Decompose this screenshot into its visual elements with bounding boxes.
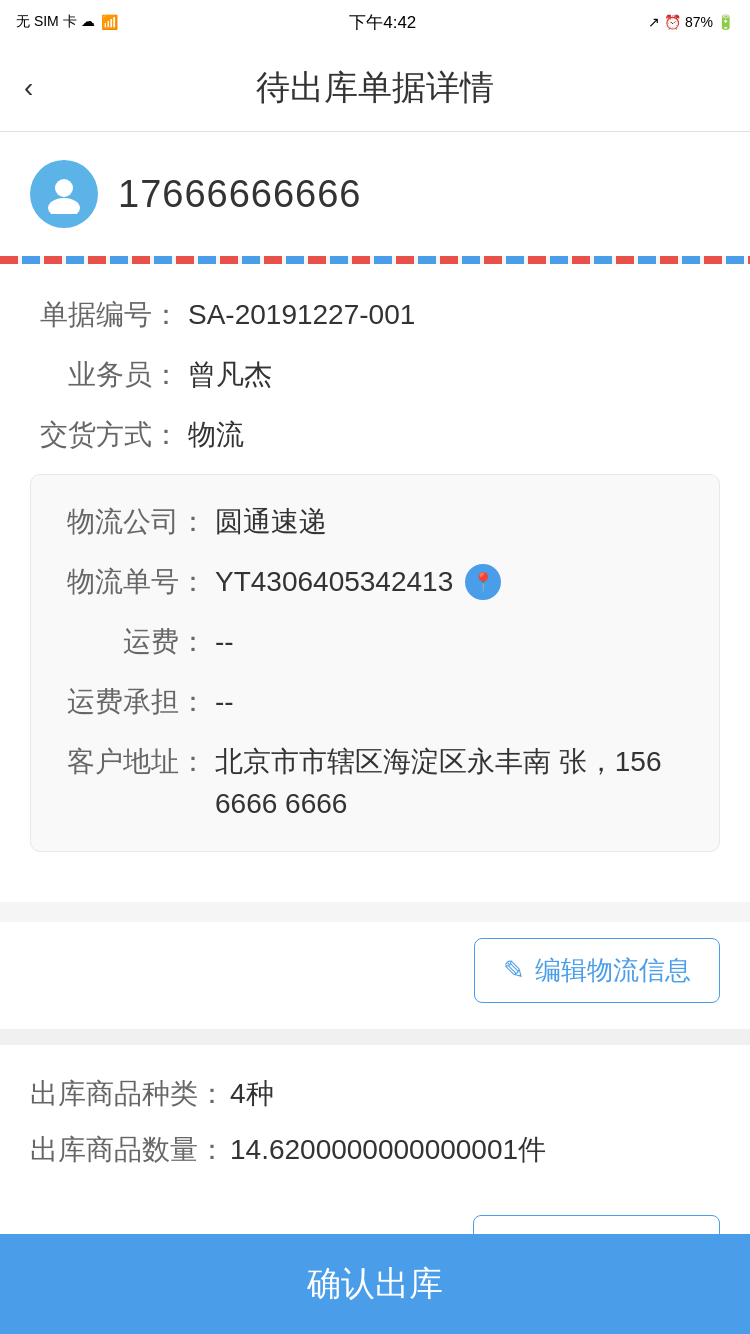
product-quantity-value: 14.6200000000000001件 (230, 1131, 546, 1169)
edit-logistics-button[interactable]: ✎ 编辑物流信息 (474, 938, 720, 1003)
battery-icon: 🔋 (717, 14, 734, 30)
address-value: 北京市市辖区海淀区永丰南 张，156 6666 6666 (215, 741, 693, 825)
battery-percent: 87% (685, 14, 713, 30)
status-time: 下午4:42 (349, 11, 416, 34)
freight-label: 运费： (57, 621, 207, 663)
person-icon (44, 174, 84, 214)
edit-btn-container: ✎ 编辑物流信息 (0, 922, 750, 1029)
logistics-tracking-value: YT43064053424​13 📍 (215, 561, 693, 603)
main-content: 17666666666 单据编号： SA-20191227-001 业务员： 曾… (0, 132, 750, 1334)
phone-number: 17666666666 (118, 173, 361, 216)
freight-row: 运费： -- (57, 621, 693, 663)
location-pin-icon: 📍 (472, 569, 494, 596)
freight-bearer-value: -- (215, 681, 693, 723)
logistics-tracking-row: 物流单号： YT43064053424​13 📍 (57, 561, 693, 603)
status-right: ↗ ⏰ 87% 🔋 (648, 14, 734, 30)
freight-bearer-label: 运费承担： (57, 681, 207, 723)
section-divider (0, 1029, 750, 1045)
freight-value: -- (215, 621, 693, 663)
sales-person-row: 业务员： 曾凡杰 (30, 354, 720, 396)
wifi-icon: 📶 (101, 14, 118, 30)
delivery-method-label: 交货方式： (30, 414, 180, 456)
logistics-company-value: 圆通速递 (215, 501, 693, 543)
edit-logistics-label: 编辑物流信息 (535, 953, 691, 988)
document-number-label: 单据编号： (30, 294, 180, 336)
product-section: 出库商品种类： 4种 出库商品数量： 14.6200000000000001件 (0, 1045, 750, 1199)
tracking-location-button[interactable]: 📍 (465, 564, 501, 600)
logistics-tracking-label: 物流单号： (57, 561, 207, 603)
product-types-value: 4种 (230, 1075, 274, 1113)
product-types-label: 出库商品种类： (30, 1075, 230, 1113)
status-left: 无 SIM 卡 ☁ 📶 (16, 13, 118, 31)
freight-bearer-row: 运费承担： -- (57, 681, 693, 723)
delivery-method-value: 物流 (188, 414, 720, 456)
address-label: 客户地址： (57, 741, 207, 783)
svg-point-1 (48, 198, 80, 214)
product-quantity-label: 出库商品数量： (30, 1131, 230, 1169)
alarm-icon: ⏰ (664, 14, 681, 30)
status-bar: 无 SIM 卡 ☁ 📶 下午4:42 ↗ ⏰ 87% 🔋 (0, 0, 750, 44)
product-quantity-row: 出库商品数量： 14.6200000000000001件 (30, 1131, 720, 1169)
logistics-company-row: 物流公司： 圆通速递 (57, 501, 693, 543)
page-title: 待出库单据详情 (256, 65, 494, 111)
sales-person-value: 曾凡杰 (188, 354, 720, 396)
confirm-button-label: 确认出库 (307, 1261, 443, 1307)
header-card: 17666666666 (0, 132, 750, 256)
document-number-row: 单据编号： SA-20191227-001 (30, 294, 720, 336)
logistics-card: 物流公司： 圆通速递 物流单号： YT43064053424​13 📍 运费： … (30, 474, 720, 852)
location-status-icon: ↗ (648, 14, 660, 30)
logistics-company-label: 物流公司： (57, 501, 207, 543)
avatar (30, 160, 98, 228)
sales-person-label: 业务员： (30, 354, 180, 396)
product-types-row: 出库商品种类： 4种 (30, 1075, 720, 1113)
delivery-method-row: 交货方式： 物流 (30, 414, 720, 456)
confirm-button[interactable]: 确认出库 (0, 1234, 750, 1334)
back-button[interactable]: ‹ (24, 72, 33, 104)
dashed-divider (0, 256, 750, 264)
sim-label: 无 SIM 卡 ☁ (16, 13, 95, 31)
basic-info-section: 单据编号： SA-20191227-001 业务员： 曾凡杰 交货方式： 物流 … (0, 264, 750, 902)
document-number-value: SA-20191227-001 (188, 294, 720, 336)
edit-icon: ✎ (503, 955, 525, 986)
svg-point-0 (55, 179, 73, 197)
address-row: 客户地址： 北京市市辖区海淀区永丰南 张，156 6666 6666 (57, 741, 693, 825)
tracking-number-text: YT43064053424​13 (215, 561, 453, 603)
nav-bar: ‹ 待出库单据详情 (0, 44, 750, 132)
